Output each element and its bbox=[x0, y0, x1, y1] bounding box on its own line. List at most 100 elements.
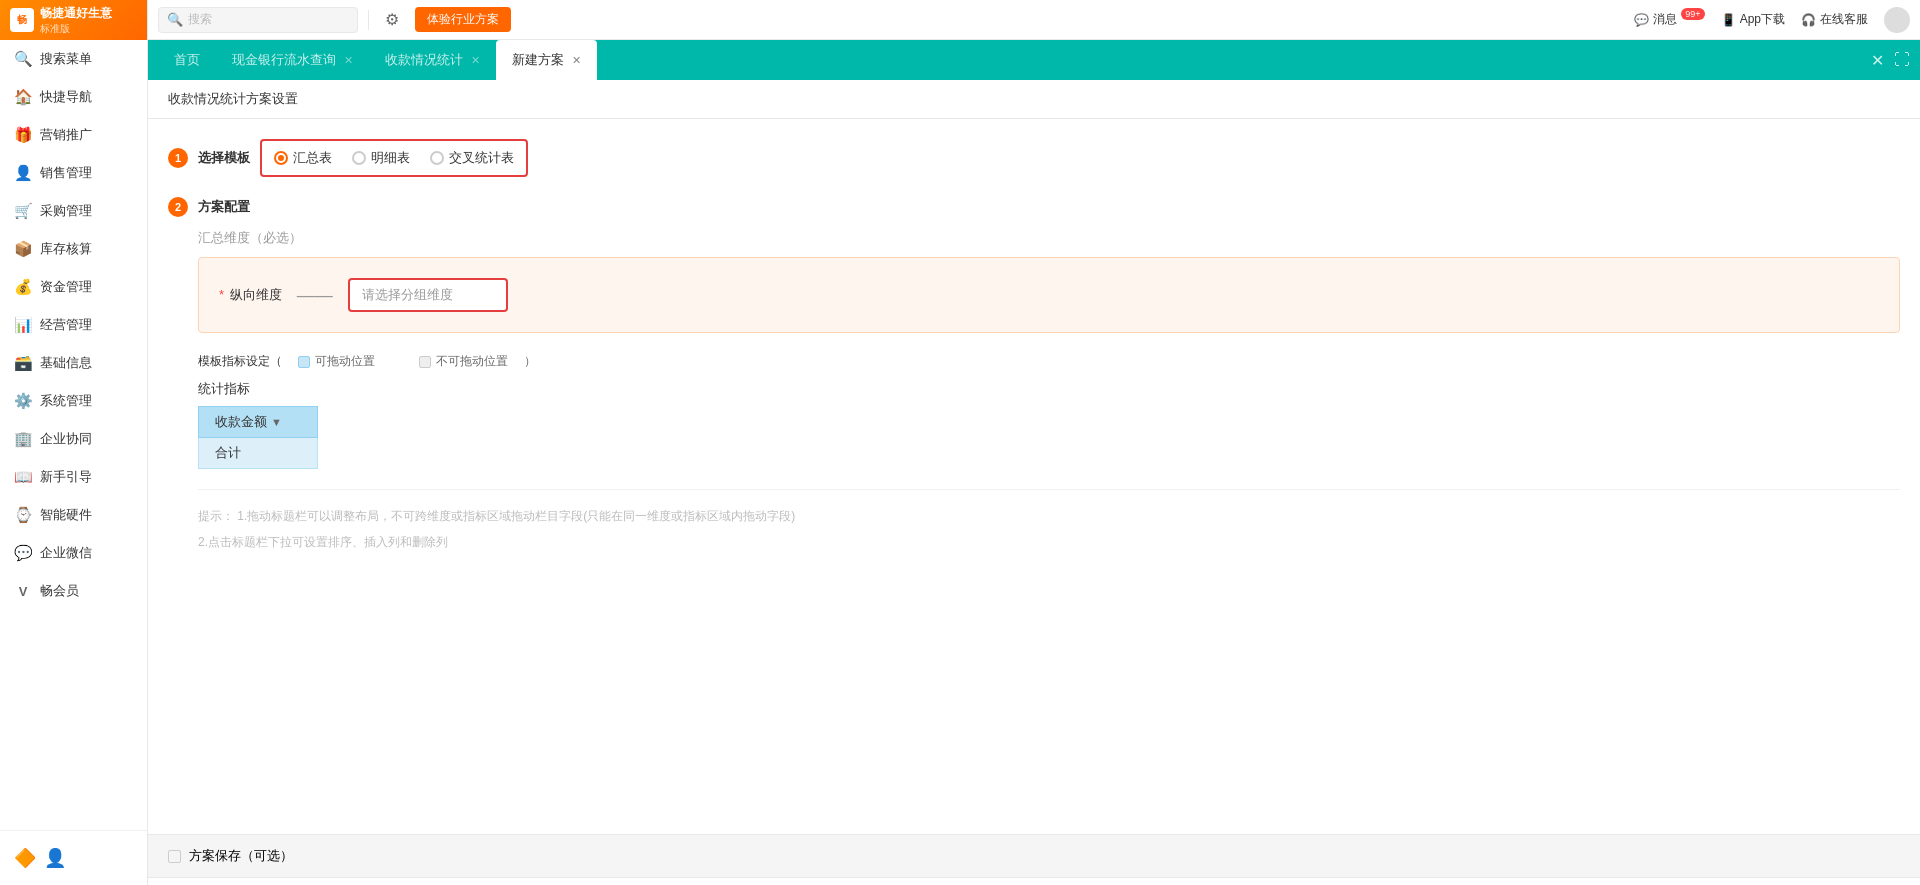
app-logo: 畅 bbox=[10, 8, 34, 32]
sidebar-header: 畅 畅捷通好生意 标准版 bbox=[0, 0, 147, 40]
sidebar-item-sales[interactable]: 👤 销售管理 bbox=[0, 154, 147, 192]
metrics-sep bbox=[391, 353, 403, 370]
metrics-close-bracket: ） bbox=[524, 353, 536, 370]
sidebar-item-label: 销售管理 bbox=[40, 164, 92, 182]
download-label: App下载 bbox=[1740, 11, 1785, 28]
dimension-row: * 纵向维度 —— 请选择分组维度 bbox=[219, 278, 1879, 312]
step2-title: 方案配置 bbox=[198, 198, 250, 216]
search-icon: 🔍 bbox=[167, 12, 183, 27]
sidebar-item-system[interactable]: ⚙️ 系统管理 bbox=[0, 382, 147, 420]
radio-cross-dot bbox=[430, 151, 444, 165]
tab-bank-flow[interactable]: 现金银行流水查询 ✕ bbox=[216, 40, 369, 80]
metric-header[interactable]: 收款金额 ▼ bbox=[198, 406, 318, 438]
sidebar-item-search-menu[interactable]: 🔍 搜索菜单 bbox=[0, 40, 147, 78]
page-header: 收款情况统计方案设置 bbox=[148, 80, 1920, 119]
sidebar-item-marketing[interactable]: 🎁 营销推广 bbox=[0, 116, 147, 154]
smart-hw-icon: ⌚ bbox=[14, 506, 32, 524]
sidebar-footer-item1[interactable]: 🔶 👤 bbox=[0, 839, 147, 877]
topbar-search[interactable]: 🔍 搜索 bbox=[158, 7, 358, 33]
metrics-column: 收款金额 ▼ 合计 bbox=[198, 406, 318, 469]
sidebar: 畅 畅捷通好生意 标准版 🔍 搜索菜单 🏠 快捷导航 🎁 营销推广 👤 销售管理… bbox=[0, 0, 148, 885]
sidebar-item-label: 企业协同 bbox=[40, 430, 92, 448]
metrics-legend: 模板指标设定（ 可拖动位置 不可拖动位置 ） bbox=[198, 353, 1900, 370]
metrics-label: 统计指标 bbox=[198, 380, 1900, 398]
sales-icon: 👤 bbox=[14, 164, 32, 182]
notification-icon: 💬 bbox=[1634, 13, 1649, 27]
sidebar-item-finance[interactable]: 💰 资金管理 bbox=[0, 268, 147, 306]
sidebar-item-purchase[interactable]: 🛒 采购管理 bbox=[0, 192, 147, 230]
sidebar-item-smart-hw[interactable]: ⌚ 智能硬件 bbox=[0, 496, 147, 534]
marketing-icon: 🎁 bbox=[14, 126, 32, 144]
notification-button[interactable]: 💬 消息 99+ bbox=[1634, 11, 1704, 28]
dimension-label: 汇总维度（必选） bbox=[198, 229, 1900, 247]
tab-bank-flow-label: 现金银行流水查询 bbox=[232, 51, 336, 69]
metrics-table: 收款金额 ▼ 合计 bbox=[198, 406, 1900, 469]
metric-header-label: 收款金额 bbox=[215, 413, 267, 431]
topbar: 🔍 搜索 ⚙ 体验行业方案 💬 消息 99+ 📱 App下载 🎧 在线客服 bbox=[148, 0, 1920, 40]
tips-section: 提示： 1.拖动标题栏可以调整布局，不可跨维度或指标区域拖动栏目字段(只能在同一… bbox=[198, 489, 1900, 553]
radio-cross[interactable]: 交叉统计表 bbox=[430, 149, 514, 167]
sidebar-item-wechat[interactable]: 💬 企业微信 bbox=[0, 534, 147, 572]
sidebar-item-label: 营销推广 bbox=[40, 126, 92, 144]
sidebar-nav: 🔍 搜索菜单 🏠 快捷导航 🎁 营销推广 👤 销售管理 🛒 采购管理 📦 库存核… bbox=[0, 40, 147, 830]
tab-collection-stats-close[interactable]: ✕ bbox=[471, 54, 480, 67]
sidebar-item-label: 系统管理 bbox=[40, 392, 92, 410]
tab-home-label: 首页 bbox=[174, 51, 200, 69]
sidebar-item-member[interactable]: V 畅会员 bbox=[0, 572, 147, 610]
save-checkbox[interactable] bbox=[168, 850, 181, 863]
sidebar-item-label: 资金管理 bbox=[40, 278, 92, 296]
content-area: 1 选择模板 汇总表 明细表 交叉统计表 bbox=[148, 119, 1920, 834]
tip2: 2.点击标题栏下拉可设置排序、插入列和删除列 bbox=[198, 532, 1900, 554]
sidebar-item-guide[interactable]: 📖 新手引导 bbox=[0, 458, 147, 496]
sidebar-item-operations[interactable]: 📊 经营管理 bbox=[0, 306, 147, 344]
step1-header: 1 选择模板 汇总表 明细表 交叉统计表 bbox=[168, 139, 1900, 177]
sidebar-item-label: 智能硬件 bbox=[40, 506, 92, 524]
online-service-button[interactable]: 🎧 在线客服 bbox=[1801, 11, 1868, 28]
tab-new-plan-close[interactable]: ✕ bbox=[572, 54, 581, 67]
radio-summary[interactable]: 汇总表 bbox=[274, 149, 332, 167]
radio-detail[interactable]: 明细表 bbox=[352, 149, 410, 167]
dimension-select[interactable]: 请选择分组维度 bbox=[348, 278, 508, 312]
service-icon: 🎧 bbox=[1801, 13, 1816, 27]
tab-new-plan-label: 新建方案 bbox=[512, 51, 564, 69]
dimension-row-label: * 纵向维度 bbox=[219, 286, 282, 304]
purchase-icon: 🛒 bbox=[14, 202, 32, 220]
page-content: 收款情况统计方案设置 1 选择模板 汇总表 明细表 bbox=[148, 80, 1920, 885]
sidebar-item-enterprise[interactable]: 🏢 企业协同 bbox=[0, 420, 147, 458]
industry-plan-button[interactable]: 体验行业方案 bbox=[415, 7, 511, 32]
sidebar-item-label: 快捷导航 bbox=[40, 88, 92, 106]
sidebar-item-inventory[interactable]: 📦 库存核算 bbox=[0, 230, 147, 268]
tabbar: 首页 现金银行流水查询 ✕ 收款情况统计 ✕ 新建方案 ✕ ✕ ⛶ bbox=[148, 40, 1920, 80]
vertical-dimension-label: 纵向维度 bbox=[230, 287, 282, 302]
tab-close-all-icon[interactable]: ✕ bbox=[1871, 51, 1884, 70]
sidebar-item-quick-nav[interactable]: 🏠 快捷导航 bbox=[0, 78, 147, 116]
main-area: 🔍 搜索 ⚙ 体验行业方案 💬 消息 99+ 📱 App下载 🎧 在线客服 bbox=[148, 0, 1920, 885]
settings-icon[interactable]: ⚙ bbox=[379, 7, 405, 33]
tab-new-plan[interactable]: 新建方案 ✕ bbox=[496, 40, 597, 80]
sidebar-item-label: 畅会员 bbox=[40, 582, 79, 600]
user-avatar[interactable] bbox=[1884, 7, 1910, 33]
legend-draggable: 可拖动位置 bbox=[298, 353, 375, 370]
sidebar-item-basic-info[interactable]: 🗃️ 基础信息 bbox=[0, 344, 147, 382]
metrics-section: 模板指标设定（ 可拖动位置 不可拖动位置 ） bbox=[198, 353, 1900, 469]
tabbar-actions: ✕ ⛶ bbox=[1871, 51, 1920, 70]
notification-label: 消息 bbox=[1653, 11, 1677, 28]
step2-section: 2 方案配置 汇总维度（必选） * 纵向维度 —— bbox=[168, 197, 1900, 553]
basic-info-icon: 🗃️ bbox=[14, 354, 32, 372]
tab-home[interactable]: 首页 bbox=[158, 40, 216, 80]
save-label: 方案保存（可选） bbox=[189, 847, 293, 865]
enterprise-icon: 🏢 bbox=[14, 430, 32, 448]
dimension-placeholder: 请选择分组维度 bbox=[362, 287, 453, 302]
tab-maximize-icon[interactable]: ⛶ bbox=[1894, 51, 1910, 69]
step2-content: 汇总维度（必选） * 纵向维度 —— 请选择分组维度 bbox=[198, 229, 1900, 553]
radio-summary-label: 汇总表 bbox=[293, 149, 332, 167]
tab-bank-flow-close[interactable]: ✕ bbox=[344, 54, 353, 67]
sidebar-footer: 🔶 👤 bbox=[0, 830, 147, 885]
dimension-arrow: —— bbox=[297, 285, 333, 306]
save-section: 方案保存（可选） bbox=[148, 834, 1920, 877]
radio-detail-dot bbox=[352, 151, 366, 165]
tab-collection-stats[interactable]: 收款情况统计 ✕ bbox=[369, 40, 496, 80]
legend-fixed-dot bbox=[419, 356, 431, 368]
topbar-divider bbox=[368, 10, 369, 30]
app-download-button[interactable]: 📱 App下载 bbox=[1721, 11, 1785, 28]
